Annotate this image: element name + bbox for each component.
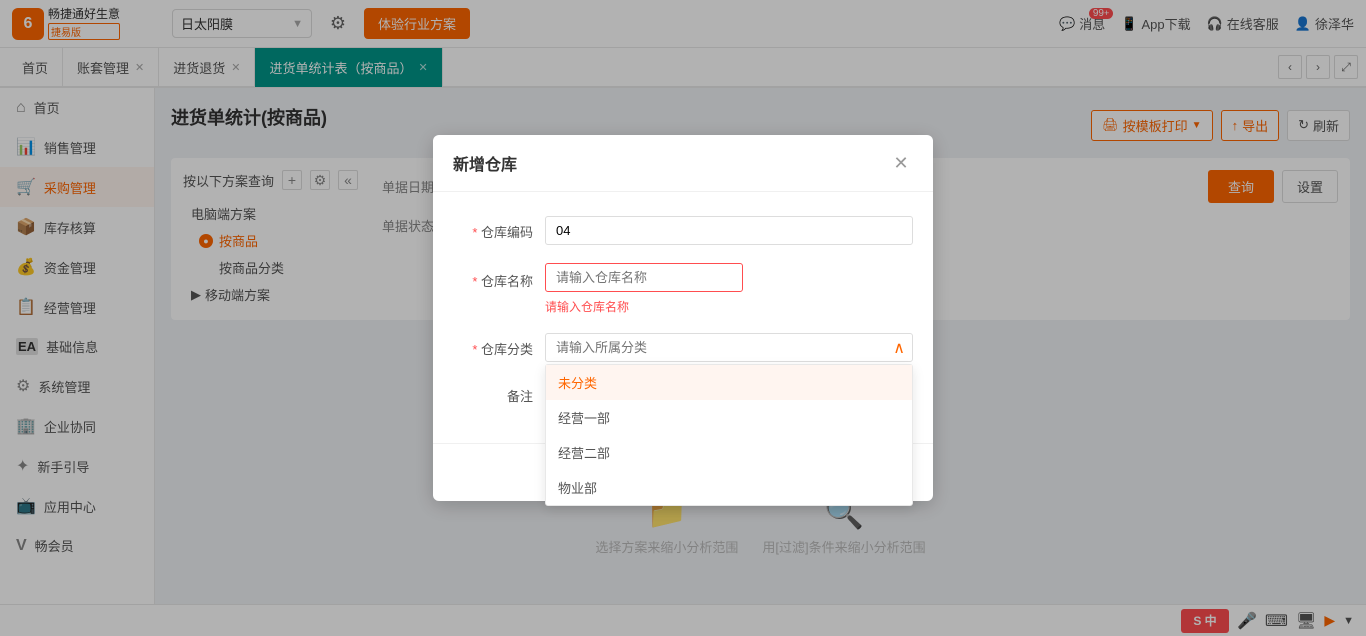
category-select-wrapper: ∧ 未分类 经营一部 经营二部 物业部 (545, 333, 913, 362)
name-row: 仓库名称 请输入仓库名称 (453, 263, 913, 315)
add-warehouse-modal: 新增仓库 ✕ 仓库编码 仓库名称 请输入仓库名称 (433, 135, 933, 501)
code-row: 仓库编码 (453, 216, 913, 245)
modal-header: 新增仓库 ✕ (433, 135, 933, 192)
name-label: 仓库名称 (453, 265, 533, 290)
code-label: 仓库编码 (453, 216, 533, 241)
name-input[interactable] (545, 263, 743, 292)
modal-overlay: 新增仓库 ✕ 仓库编码 仓库名称 请输入仓库名称 (0, 0, 1366, 636)
category-dropdown: 未分类 经营一部 经营二部 物业部 (545, 364, 913, 506)
dropdown-item-property[interactable]: 物业部 (546, 470, 912, 505)
category-row: 仓库分类 ∧ 未分类 经营一部 经营二部 物业部 (453, 333, 913, 362)
dropdown-item-dept1[interactable]: 经营一部 (546, 400, 912, 435)
dropdown-item-dept2[interactable]: 经营二部 (546, 435, 912, 470)
code-input[interactable] (545, 216, 913, 245)
category-label: 仓库分类 (453, 333, 533, 358)
modal-title: 新增仓库 (453, 151, 517, 175)
dropdown-item-uncategorized[interactable]: 未分类 (546, 365, 912, 400)
category-input[interactable] (545, 333, 913, 362)
modal-close-button[interactable]: ✕ (889, 151, 913, 175)
modal-body: 仓库编码 仓库名称 请输入仓库名称 仓库分类 ∧ (433, 192, 933, 443)
name-error-message: 请输入仓库名称 (545, 298, 629, 315)
note-label: 备注 (453, 380, 533, 405)
